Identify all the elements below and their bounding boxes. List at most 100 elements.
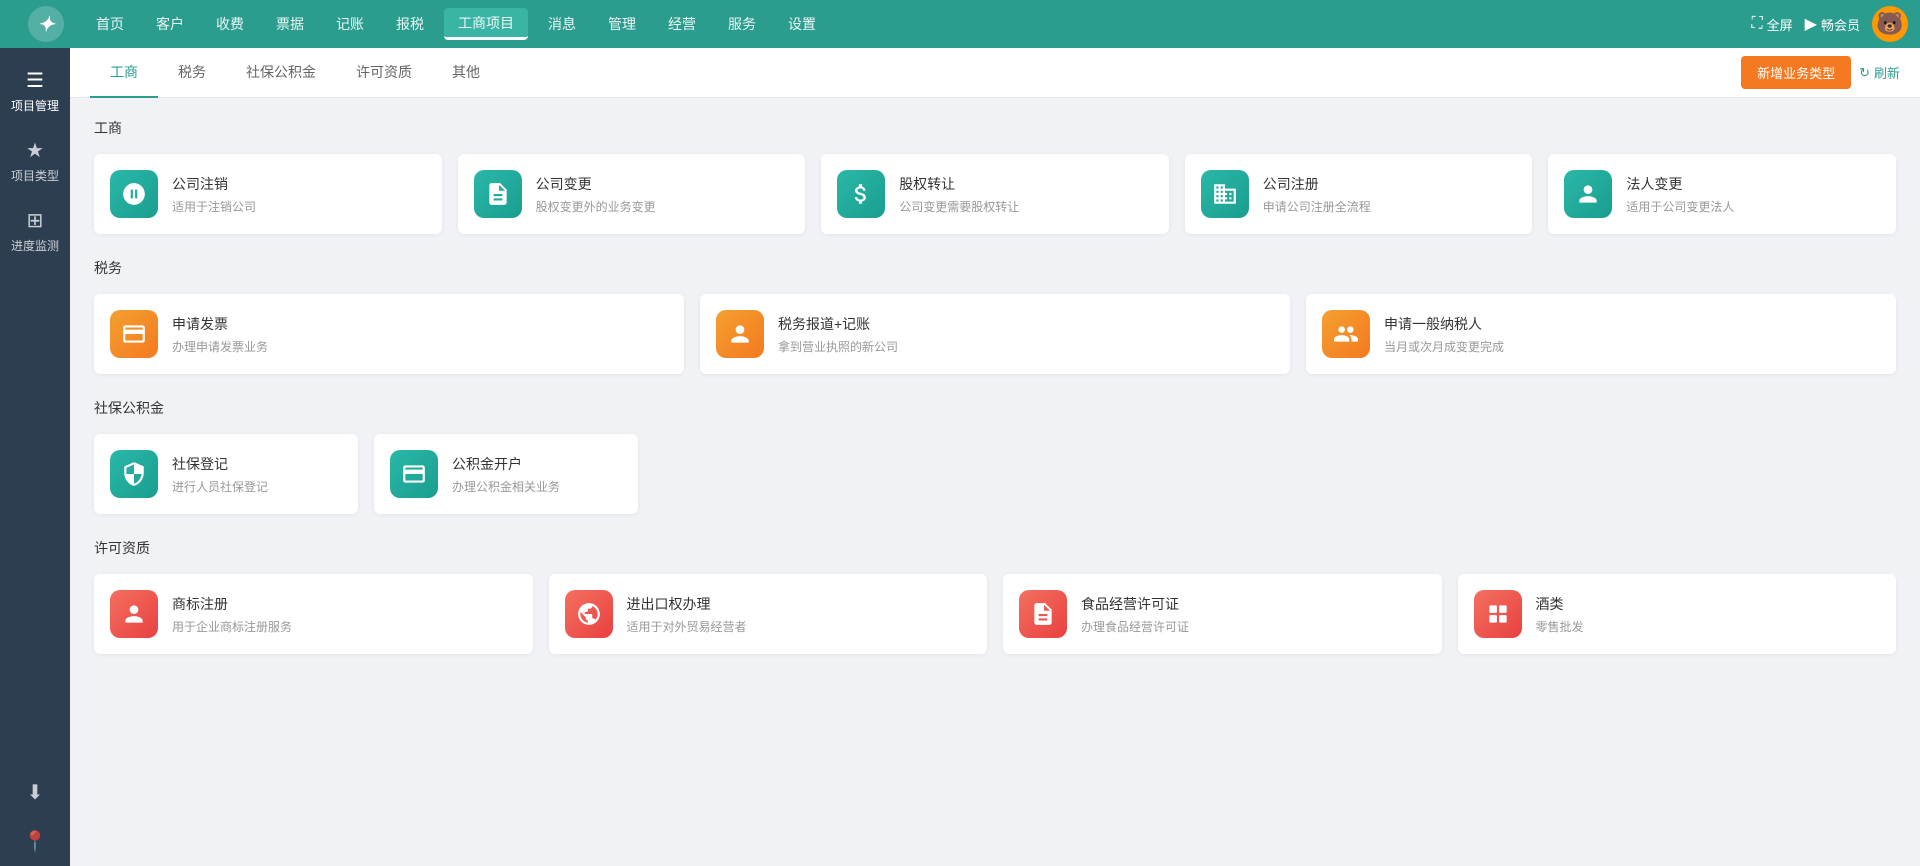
sidebar-item-project-manage[interactable]: ☰ 项目管理: [0, 56, 70, 126]
legal-change-info: 法人变更 适用于公司变更法人: [1626, 174, 1880, 215]
tab-xuke[interactable]: 许可资质: [336, 48, 432, 98]
refresh-button[interactable]: ↻ 刷新: [1859, 63, 1900, 82]
nav-message[interactable]: 消息: [532, 0, 592, 48]
top-navigation: ✦ 首页 客户 收费 票据 记账 报税 工商项目 消息 管理 经营 服务 设置 …: [0, 0, 1920, 48]
card-trademark[interactable]: 商标注册 用于企业商标注册服务: [94, 574, 533, 654]
fullscreen-icon: ⛶: [1751, 15, 1762, 33]
section-title-shebao: 社保公积金: [94, 398, 1896, 418]
project-type-icon: ★: [26, 138, 44, 163]
import-export-desc: 适用于对外贸易经营者: [627, 618, 972, 635]
member-button[interactable]: ▶ 畅会员: [1805, 14, 1860, 34]
trademark-desc: 用于企业商标注册服务: [172, 618, 517, 635]
invoice-apply-info: 申请发票 办理申请发票业务: [172, 314, 668, 355]
alcohol-info: 酒类 零售批发: [1536, 594, 1881, 635]
card-tax-accounting[interactable]: 税务报道+记账 拿到营业执照的新公司: [700, 294, 1290, 374]
card-alcohol[interactable]: 酒类 零售批发: [1458, 574, 1897, 654]
legal-change-desc: 适用于公司变更法人: [1626, 198, 1880, 215]
nav-accounting[interactable]: 记账: [320, 0, 380, 48]
general-taxpayer-title: 申请一般纳税人: [1384, 314, 1880, 334]
avatar-image: 🐻: [1876, 11, 1903, 37]
company-register-icon: [1201, 170, 1249, 218]
download-icon: ⬇: [27, 780, 44, 805]
provident-fund-title: 公积金开户: [452, 454, 622, 474]
tab-bar-actions: 新增业务类型 ↻ 刷新: [1741, 56, 1900, 89]
card-provident-fund[interactable]: 公积金开户 办理公积金相关业务: [374, 434, 638, 514]
card-general-taxpayer[interactable]: 申请一般纳税人 当月或次月成变更完成: [1306, 294, 1896, 374]
nav-customer[interactable]: 客户: [140, 0, 200, 48]
invoice-apply-desc: 办理申请发票业务: [172, 338, 668, 355]
equity-transfer-info: 股权转让 公司变更需要股权转让: [899, 174, 1153, 215]
tab-shebao[interactable]: 社保公积金: [226, 48, 336, 98]
trademark-title: 商标注册: [172, 594, 517, 614]
nav-operation[interactable]: 经营: [652, 0, 712, 48]
content-area: 工商 公司注销 适用于注销公司 公司变更 股权变更外的业务变更: [70, 98, 1920, 866]
card-import-export[interactable]: 进出口权办理 适用于对外贸易经营者: [549, 574, 988, 654]
import-export-icon: [565, 590, 613, 638]
nav-service[interactable]: 服务: [712, 0, 772, 48]
company-cancel-icon: [110, 170, 158, 218]
company-change-title: 公司变更: [536, 174, 790, 194]
gongshang-cards: 公司注销 适用于注销公司 公司变更 股权变更外的业务变更 股权转让: [94, 154, 1896, 234]
fullscreen-button[interactable]: ⛶ 全屏: [1751, 15, 1792, 34]
nav-manage[interactable]: 管理: [592, 0, 652, 48]
section-title-gongshang: 工商: [94, 118, 1896, 138]
tax-accounting-title: 税务报道+记账: [778, 314, 1274, 334]
trademark-info: 商标注册 用于企业商标注册服务: [172, 594, 517, 635]
card-company-change[interactable]: 公司变更 股权变更外的业务变更: [458, 154, 806, 234]
general-taxpayer-info: 申请一般纳税人 当月或次月成变更完成: [1384, 314, 1880, 355]
general-taxpayer-icon: [1322, 310, 1370, 358]
legal-change-icon: [1564, 170, 1612, 218]
nav-right: ⛶ 全屏 ▶ 畅会员 🐻: [1751, 6, 1908, 42]
trademark-icon: [110, 590, 158, 638]
food-license-info: 食品经营许可证 办理食品经营许可证: [1081, 594, 1426, 635]
alcohol-title: 酒类: [1536, 594, 1881, 614]
nav-bill[interactable]: 票据: [260, 0, 320, 48]
sidebar-item-download[interactable]: ⬇: [19, 768, 52, 817]
card-company-cancel[interactable]: 公司注销 适用于注销公司: [94, 154, 442, 234]
card-social-insurance[interactable]: 社保登记 进行人员社保登记: [94, 434, 358, 514]
progress-monitor-icon: ⊞: [27, 208, 44, 233]
member-label: 畅会员: [1821, 15, 1860, 34]
equity-transfer-desc: 公司变更需要股权转让: [899, 198, 1153, 215]
nav-fee[interactable]: 收费: [200, 0, 260, 48]
location-icon: 📍: [23, 829, 48, 854]
logo-icon: ✦: [28, 6, 64, 42]
xuke-cards: 商标注册 用于企业商标注册服务 进出口权办理 适用于对外贸易经营者 食品: [94, 574, 1896, 654]
nav-tax[interactable]: 报税: [380, 0, 440, 48]
refresh-label: 刷新: [1874, 63, 1900, 82]
card-legal-change[interactable]: 法人变更 适用于公司变更法人: [1548, 154, 1896, 234]
invoice-apply-icon: [110, 310, 158, 358]
tab-gongshang[interactable]: 工商: [90, 48, 158, 98]
card-food-license[interactable]: 食品经营许可证 办理食品经营许可证: [1003, 574, 1442, 654]
tab-bar: 工商 税务 社保公积金 许可资质 其他 新增业务类型 ↻ 刷新: [70, 48, 1920, 98]
refresh-icon: ↻: [1859, 65, 1870, 81]
avatar[interactable]: 🐻: [1872, 6, 1908, 42]
nav-home[interactable]: 首页: [80, 0, 140, 48]
sidebar-item-project-type[interactable]: ★ 项目类型: [0, 126, 70, 196]
card-invoice-apply[interactable]: 申请发票 办理申请发票业务: [94, 294, 684, 374]
tab-other[interactable]: 其他: [432, 48, 500, 98]
card-company-register[interactable]: 公司注册 申请公司注册全流程: [1185, 154, 1533, 234]
tax-accounting-info: 税务报道+记账 拿到营业执照的新公司: [778, 314, 1274, 355]
social-insurance-desc: 进行人员社保登记: [172, 478, 342, 495]
tab-shiwu[interactable]: 税务: [158, 48, 226, 98]
legal-change-title: 法人变更: [1626, 174, 1880, 194]
company-register-desc: 申请公司注册全流程: [1263, 198, 1517, 215]
import-export-info: 进出口权办理 适用于对外贸易经营者: [627, 594, 972, 635]
invoice-apply-title: 申请发票: [172, 314, 668, 334]
company-register-title: 公司注册: [1263, 174, 1517, 194]
sidebar-label-progress-monitor: 进度监测: [11, 237, 59, 254]
fullscreen-label: 全屏: [1767, 15, 1793, 34]
general-taxpayer-desc: 当月或次月成变更完成: [1384, 338, 1880, 355]
social-insurance-title: 社保登记: [172, 454, 342, 474]
food-license-title: 食品经营许可证: [1081, 594, 1426, 614]
nav-settings[interactable]: 设置: [772, 0, 832, 48]
provident-fund-icon: [390, 450, 438, 498]
company-cancel-info: 公司注销 适用于注销公司: [172, 174, 426, 215]
section-title-shiwu: 税务: [94, 258, 1896, 278]
sidebar-item-progress-monitor[interactable]: ⊞ 进度监测: [0, 196, 70, 266]
nav-business[interactable]: 工商项目: [444, 8, 528, 40]
card-equity-transfer[interactable]: 股权转让 公司变更需要股权转让: [821, 154, 1169, 234]
sidebar-item-location[interactable]: 📍: [19, 817, 52, 866]
add-business-type-button[interactable]: 新增业务类型: [1741, 56, 1851, 89]
